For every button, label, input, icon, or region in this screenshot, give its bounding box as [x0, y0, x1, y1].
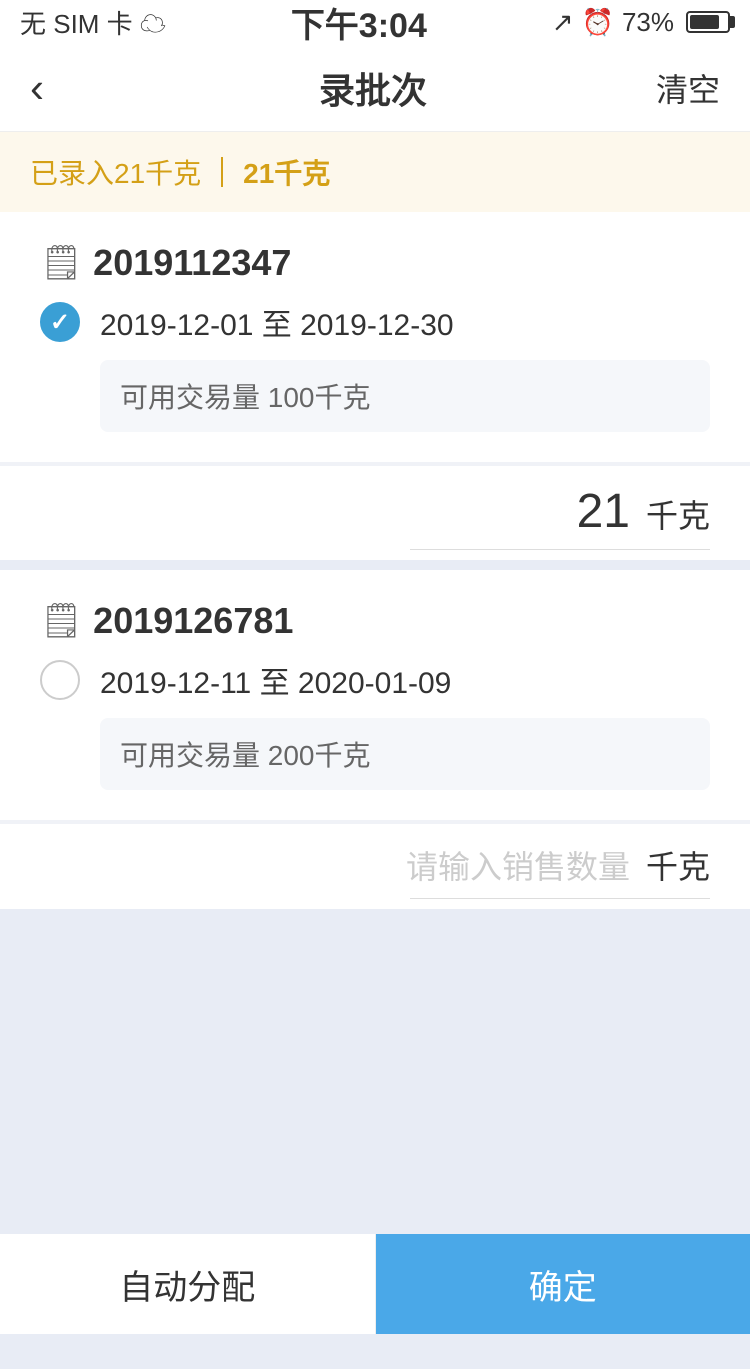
batch2-input-container: 请输入销售数量 千克 [0, 824, 750, 909]
sim-label: 无 SIM 卡 ☁ [20, 4, 166, 41]
summary-label: 已录入21千克 [30, 152, 201, 192]
summary-banner: 已录入21千克 21千克 [0, 132, 750, 212]
confirm-button[interactable]: 确定 [376, 1234, 750, 1334]
batch1-radio[interactable] [40, 302, 80, 342]
section-divider [0, 560, 750, 570]
batch1-quantity-unit: 千克 [646, 491, 710, 537]
batch2-icon: 🗒 [40, 601, 83, 641]
battery-percent: 73% [622, 7, 674, 38]
batch1-header: 🗒 2019112347 [40, 242, 710, 284]
batch2-input-unit: 千克 [646, 842, 710, 888]
batch1-date-row: 2019-12-01 至 2019-12-30 [40, 300, 710, 344]
status-bar: 无 SIM 卡 ☁ 下午3:04 ↗ ⏰ 73% [0, 0, 750, 44]
batch2-available: 可用交易量 200千克 [100, 718, 710, 790]
status-time: 下午3:04 [291, 0, 427, 47]
batch1-date: 2019-12-01 至 2019-12-30 [100, 300, 454, 344]
status-left: 无 SIM 卡 ☁ [20, 4, 166, 41]
batch1-quantity-container: 21 千克 [0, 466, 750, 560]
location-icon: ↗ [552, 7, 574, 38]
page-title: 录批次 [319, 62, 427, 114]
bottom-bar: 自动分配 确定 [0, 1234, 750, 1334]
auto-distribute-button[interactable]: 自动分配 [0, 1234, 376, 1334]
batch1-icon: 🗒 [40, 243, 83, 283]
batch1-number: 2019112347 [93, 242, 291, 284]
battery-icon [686, 11, 730, 33]
batch1-available: 可用交易量 100千克 [100, 360, 710, 432]
clear-button[interactable]: 清空 [656, 65, 720, 111]
batch2-header: 🗒 2019126781 [40, 600, 710, 642]
back-button[interactable]: ‹ [30, 64, 90, 112]
nav-bar: ‹ 录批次 清空 [0, 44, 750, 132]
status-right: ↗ ⏰ 73% [552, 7, 730, 38]
alarm-icon: ⏰ [582, 7, 614, 38]
batch2-date: 2019-12-11 至 2020-01-09 [100, 658, 451, 702]
summary-divider [221, 157, 223, 187]
batch1-card: 🗒 2019112347 2019-12-01 至 2019-12-30 可用交… [0, 212, 750, 462]
batch2-number: 2019126781 [93, 600, 293, 642]
batch2-date-row: 2019-12-11 至 2020-01-09 [40, 658, 710, 702]
batch2-radio[interactable] [40, 660, 80, 700]
batch2-input-placeholder: 请输入销售数量 [406, 842, 630, 888]
summary-value: 21千克 [243, 152, 330, 192]
batch1-quantity-value: 21 [577, 484, 630, 539]
batch2-card: 🗒 2019126781 2019-12-11 至 2020-01-09 可用交… [0, 570, 750, 820]
